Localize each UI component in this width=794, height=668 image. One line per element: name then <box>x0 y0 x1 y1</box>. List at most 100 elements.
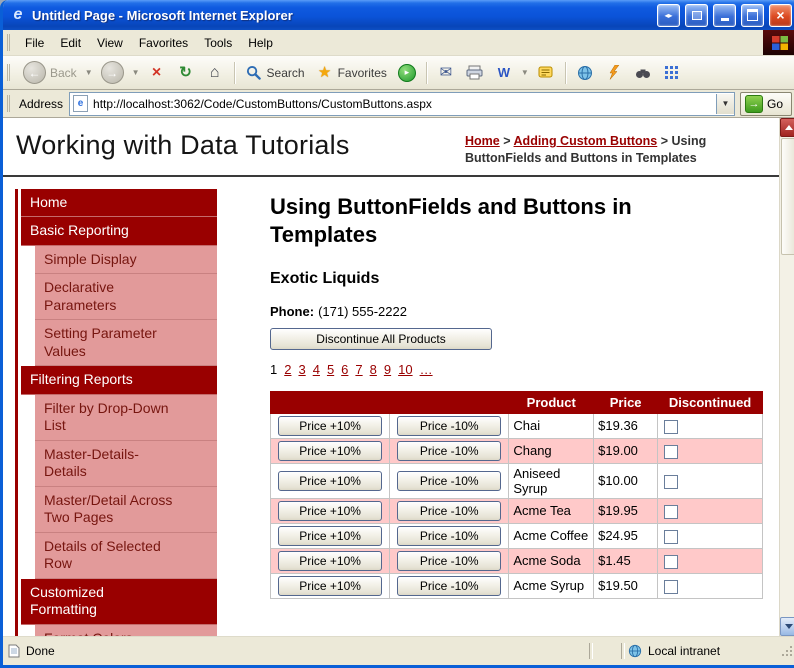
maximize-button[interactable] <box>741 3 764 27</box>
price-down-button-acme-coffee[interactable]: Price -10% <box>397 525 502 546</box>
table-row-acme-soda: Price +10% Price -10% Acme Soda $1.45 <box>269 547 763 574</box>
print-button[interactable] <box>461 61 489 85</box>
back-dropdown-button[interactable]: ▼ <box>83 68 95 77</box>
resize-grip[interactable] <box>781 645 794 658</box>
menu-item-view[interactable]: View <box>89 32 131 54</box>
address-grip[interactable] <box>7 95 13 112</box>
sidebar-item-home[interactable]: Home <box>21 188 217 218</box>
discontinued-checkbox-chai[interactable] <box>664 419 679 434</box>
address-url: http://localhost:3062/Code/CustomButtons… <box>93 96 432 111</box>
go-button[interactable]: → Go <box>739 91 792 116</box>
discontinued-checkbox-acme-coffee[interactable] <box>664 529 679 544</box>
pager-page-4[interactable]: 4 <box>313 362 320 377</box>
cell-decrease-chang: Price -10% <box>389 437 510 464</box>
forward-dropdown-button[interactable]: ▼ <box>130 68 142 77</box>
media-button[interactable]: ▸ <box>393 61 421 85</box>
stop-icon: × <box>151 63 162 81</box>
pager-page-5[interactable]: 5 <box>327 362 334 377</box>
sidebar-item-master-details-details[interactable]: Master-Details- Details <box>35 440 217 487</box>
sidebar-item-simple-display[interactable]: Simple Display <box>35 245 217 275</box>
word-icon: W <box>497 65 511 80</box>
pager-page-2[interactable]: 2 <box>284 362 291 377</box>
phone-label: Phone: <box>270 303 315 319</box>
price-up-button-aniseed-syrup[interactable]: Price +10% <box>278 470 383 491</box>
discontinued-checkbox-aniseed-syrup[interactable] <box>664 474 679 489</box>
sidebar-item-filter-by-drop-down-list[interactable]: Filter by Drop-Down List <box>35 394 217 441</box>
price-down-button-chai[interactable]: Price -10% <box>397 415 502 436</box>
price-down-button-chang[interactable]: Price -10% <box>397 440 502 461</box>
search-button[interactable]: Search <box>240 61 310 85</box>
price-down-button-aniseed-syrup[interactable]: Price -10% <box>397 470 502 491</box>
sidebar-item-basic-reporting[interactable]: Basic Reporting <box>21 217 217 246</box>
breadcrumb-link-home[interactable]: Home <box>465 134 500 148</box>
sidebar-nav: Home Basic Reporting Simple Display Declara… <box>15 188 217 636</box>
sidebar-item-setting-parameter-values[interactable]: Setting Parameter Values <box>35 320 217 367</box>
discontinued-checkbox-acme-soda[interactable] <box>664 554 679 569</box>
refresh-button[interactable]: ↻ <box>172 61 200 85</box>
scroll-up-button[interactable] <box>780 118 794 137</box>
pager-page-3[interactable]: 3 <box>298 362 305 377</box>
forward-button[interactable]: → <box>96 58 129 87</box>
pager-page-1: 1 <box>270 361 278 377</box>
table-row-acme-syrup: Price +10% Price -10% Acme Syrup $19.50 <box>269 572 763 599</box>
menu-grip[interactable] <box>7 34 13 51</box>
discontinued-checkbox-acme-tea[interactable] <box>664 504 679 519</box>
toolbar-separator <box>425 61 427 84</box>
price-up-button-acme-coffee[interactable]: Price +10% <box>278 525 383 546</box>
menu-item-file[interactable]: File <box>17 32 52 54</box>
messenger-button[interactable] <box>600 61 628 85</box>
discontinued-checkbox-acme-syrup[interactable] <box>664 579 679 594</box>
scrollbar-thumb[interactable] <box>781 138 794 255</box>
price-down-button-acme-syrup[interactable]: Price -10% <box>397 575 502 596</box>
discontinued-checkbox-chang[interactable] <box>664 444 679 459</box>
menu-item-favorites[interactable]: Favorites <box>131 32 196 54</box>
discontinue-all-button[interactable]: Discontinue All Products <box>270 327 492 350</box>
price-up-button-acme-tea[interactable]: Price +10% <box>278 500 383 521</box>
quick-launch-button[interactable] <box>658 61 686 85</box>
sidebar-item-declarative-parameters[interactable]: Declarative Parameters <box>35 274 217 321</box>
stop-button[interactable]: × <box>143 61 171 85</box>
web-globe-button[interactable] <box>571 61 599 85</box>
research-button[interactable] <box>629 61 657 85</box>
menu-item-edit[interactable]: Edit <box>52 32 89 54</box>
price-up-button-acme-soda[interactable]: Price +10% <box>278 550 383 571</box>
sidebar-item-master-detail-across-two-pages[interactable]: Master/Detail Across Two Pages <box>35 486 217 533</box>
sidebar-item-format-colors[interactable]: Format Colors <box>35 624 217 636</box>
titlebar-nav-arrows-button[interactable]: ◂▸ <box>657 3 680 27</box>
pager-page-7[interactable]: 7 <box>355 362 362 377</box>
pager-page-9[interactable]: 9 <box>384 362 391 377</box>
pager-ellipsis[interactable]: … <box>420 362 433 377</box>
scroll-down-button[interactable] <box>780 617 794 636</box>
sidebar-item-details-of-selected-row[interactable]: Details of Selected Row <box>35 532 217 579</box>
close-button[interactable]: × <box>769 3 792 27</box>
vertical-scrollbar[interactable] <box>779 118 794 636</box>
address-input[interactable]: e http://localhost:3062/Code/CustomButto… <box>69 91 735 116</box>
sidebar-item-filtering-reports[interactable]: Filtering Reports <box>21 366 217 395</box>
scrollbar-track[interactable] <box>780 137 794 617</box>
mail-button[interactable]: ✉ <box>432 61 460 85</box>
pager-page-6[interactable]: 6 <box>341 362 348 377</box>
edit-dropdown-button[interactable]: ▼ <box>519 68 531 77</box>
home-button[interactable]: ⌂ <box>201 61 229 85</box>
price-up-button-acme-syrup[interactable]: Price +10% <box>278 575 383 596</box>
price-down-button-acme-soda[interactable]: Price -10% <box>397 550 502 571</box>
titlebar-window-button[interactable] <box>685 3 708 27</box>
column-header-price: Price <box>593 390 659 414</box>
price-up-button-chai[interactable]: Price +10% <box>278 415 383 436</box>
toolbar-grip[interactable] <box>7 64 13 81</box>
menu-item-tools[interactable]: Tools <box>196 32 240 54</box>
back-button[interactable]: ← Back <box>18 58 82 87</box>
sidebar-item-customized-formatting[interactable]: Customized Formatting <box>21 578 217 625</box>
address-dropdown-button[interactable]: ▼ <box>715 93 734 114</box>
pager-page-8[interactable]: 8 <box>370 362 377 377</box>
discuss-button[interactable] <box>532 61 560 85</box>
pager-page-10[interactable]: 10 <box>398 362 412 377</box>
breadcrumb-link-adding-custom-buttons[interactable]: Adding Custom Buttons <box>514 134 658 148</box>
minimize-button[interactable] <box>713 3 736 27</box>
menu-item-help[interactable]: Help <box>240 32 281 54</box>
price-up-button-chang[interactable]: Price +10% <box>278 440 383 461</box>
document-icon <box>8 644 20 658</box>
favorites-button[interactable]: ★ Favorites <box>311 61 392 85</box>
price-down-button-acme-tea[interactable]: Price -10% <box>397 500 502 521</box>
edit-with-word-button[interactable]: W <box>490 61 518 85</box>
